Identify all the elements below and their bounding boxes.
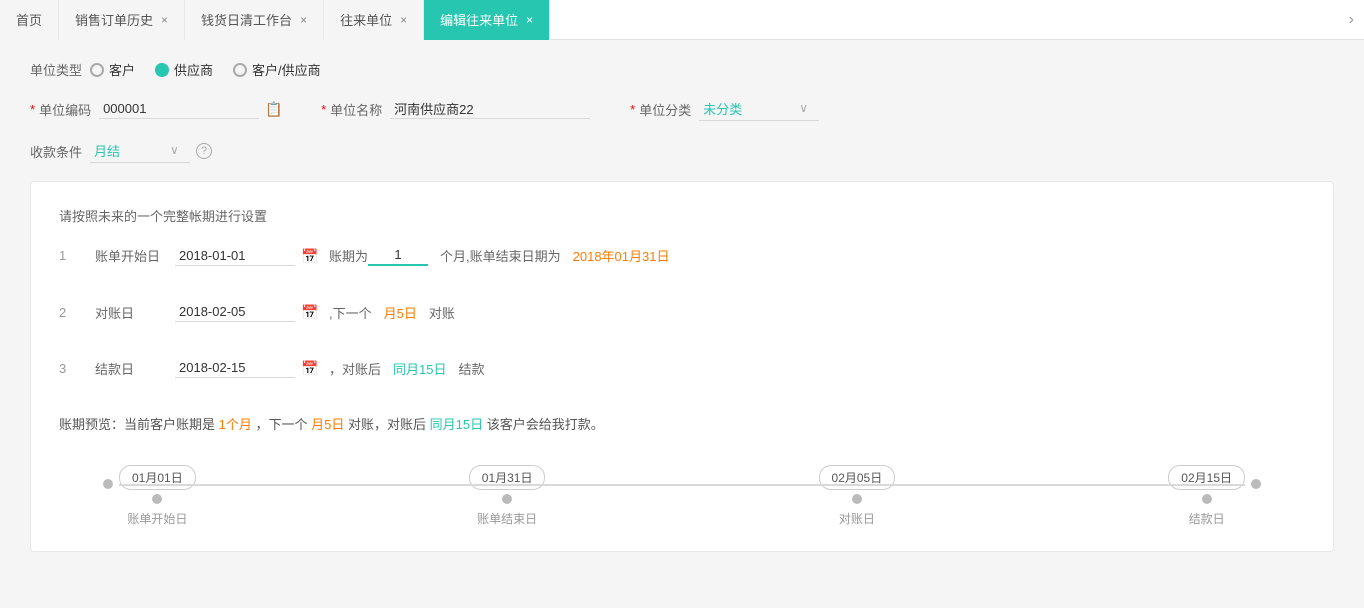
timeline-tag-4: 02月15日 [1168,465,1245,490]
tab-edit-partner-unit[interactable]: 编辑往来单位 × [424,0,550,40]
row-label-1: 账单开始日 [95,246,175,265]
timeline-dot-1 [152,494,162,504]
row-num-2: 2 [59,305,79,320]
row3-desc-prefix: ，对账后 [329,359,381,378]
row2-desc-suffix: 对账 [429,303,455,322]
radio-both[interactable]: 客户/供应商 [233,60,321,79]
unit-info-row: * 单位编码 📋 * 单位名称 * 单位分类 未分类 ∨ [30,97,1334,121]
timeline-label-4: 结款日 [1189,510,1225,527]
setting-row-1: 1 账单开始日 📅 账期为 个月,账单结束日期为 2018年01月31日 [59,245,1305,274]
timeline-point-3: 02月05日 对账日 [819,465,896,527]
payment-terms-value: 月结 [94,141,170,160]
timeline-point-1: 01月01日 账单开始日 [119,465,196,527]
calendar-icon[interactable]: 📋 [265,101,281,117]
timeline-line [119,484,1245,486]
unit-code-field: * 单位编码 📋 [30,99,281,119]
timeline-tag-1: 01月01日 [119,465,196,490]
tab-partner-unit[interactable]: 往来单位 × [324,0,424,40]
unit-code-label: 单位编码 [39,100,91,119]
settings-panel: 请按照未来的一个完整帐期进行设置 1 账单开始日 📅 账期为 个月,账单结束日期… [30,181,1334,552]
unit-name-field: * 单位名称 [321,99,590,119]
calendar-icon-3[interactable]: 📅 [301,360,317,376]
setting-row-2: 2 对账日 📅 ,下一个 月5日 对账 [59,302,1305,330]
preview-prefix: 账期预览：当前客户账期是 [59,417,215,432]
tab-home[interactable]: 首页 [0,0,59,40]
row-num-3: 3 [59,361,79,376]
close-icon[interactable]: × [161,13,168,27]
timeline-start-dot [103,479,113,489]
period-label: 账期为 [329,246,368,265]
row2-desc-prefix: ,下一个 [329,303,372,322]
unit-class-select[interactable]: 未分类 ∨ [699,97,819,121]
timeline-label-1: 账单开始日 [127,510,187,527]
timeline-points: 01月01日 账单开始日 01月31日 账单结束日 02月05日 对账日 [79,465,1285,527]
close-icon[interactable]: × [300,13,307,27]
timeline: 01月01日 账单开始日 01月31日 账单结束日 02月05日 对账日 [59,465,1305,527]
row-num-1: 1 [59,248,79,263]
reconcile-date-input[interactable] [175,302,295,322]
dropdown-icon: ∨ [799,101,815,117]
unit-class-value: 未分类 [703,99,799,118]
main-content: 单位类型 客户 供应商 客户/供应商 * 单位编码 📋 * 单位名称 [0,40,1364,608]
setting-row-3: 3 结款日 📅 ，对账后 同月15日 结款 [59,358,1305,386]
calendar-icon-2[interactable]: 📅 [301,304,317,320]
row3-desc-highlight: 同月15日 [393,359,446,378]
row-label-3: 结款日 [95,359,175,378]
timeline-point-4: 02月15日 结款日 [1168,465,1245,527]
timeline-dot-3 [852,494,862,504]
row-label-2: 对账日 [95,303,175,322]
unit-name-input[interactable] [390,99,590,119]
preview-date1: 月5日 [311,417,344,432]
unit-class-label: 单位分类 [639,100,691,119]
preview-date2: 同月15日 [430,417,483,432]
period-end-date: 2018年01月31日 [573,246,670,265]
radio-customer[interactable]: 客户 [90,60,135,79]
period-unit: 个月,账单结束日期为 [440,246,561,265]
close-icon[interactable]: × [526,13,533,27]
timeline-label-2: 账单结束日 [477,510,537,527]
close-icon[interactable]: × [400,13,407,27]
row3-desc-suffix: 结款 [458,359,484,378]
period-value-input[interactable] [368,245,428,266]
unit-type-row: 单位类型 客户 供应商 客户/供应商 [30,60,1334,79]
timeline-end-dot [1251,479,1261,489]
calendar-icon-1[interactable]: 📅 [301,248,317,264]
timeline-label-3: 对账日 [839,510,875,527]
tab-cash-work[interactable]: 钱货日清工作台 × [185,0,324,40]
start-date-input[interactable] [175,246,295,266]
radio-both-circle [233,63,247,77]
panel-instruction: 请按照未来的一个完整帐期进行设置 [59,206,1305,225]
tab-sales-order-history[interactable]: 销售订单历史 × [59,0,185,40]
payment-terms-label: 收款条件 [30,142,82,161]
timeline-dot-4 [1202,494,1212,504]
dropdown-icon: ∨ [170,143,186,159]
preview-sep2: 对账，对账后 [348,417,426,432]
payment-terms-row: 收款条件 月结 ∨ ? [30,139,1334,163]
radio-supplier[interactable]: 供应商 [155,60,213,79]
unit-type-label: 单位类型 [30,60,82,79]
timeline-tag-3: 02月05日 [819,465,896,490]
tab-expand-button[interactable]: › [1339,11,1364,29]
unit-class-field: * 单位分类 未分类 ∨ [630,97,819,121]
timeline-tag-2: 01月31日 [469,465,546,490]
row2-desc-highlight: 月5日 [384,303,417,322]
unit-code-input[interactable] [99,99,259,119]
timeline-dot-2 [502,494,512,504]
timeline-point-2: 01月31日 账单结束日 [469,465,546,527]
preview-month: 1个月 [219,417,252,432]
question-icon[interactable]: ? [196,143,212,159]
preview-section: 账期预览：当前客户账期是 1个月 ，下一个 月5日 对账，对账后 同月15日 该… [59,402,1305,437]
preview-suffix: 该客户会给我打款。 [487,417,604,432]
payment-date-input[interactable] [175,358,295,378]
radio-supplier-circle [155,63,169,77]
unit-type-radio-group: 客户 供应商 客户/供应商 [90,60,321,79]
payment-terms-select[interactable]: 月结 ∨ [90,139,190,163]
unit-name-label: 单位名称 [330,100,382,119]
radio-customer-circle [90,63,104,77]
preview-sep1: ，下一个 [256,417,308,432]
tab-bar: 首页 销售订单历史 × 钱货日清工作台 × 往来单位 × 编辑往来单位 × › [0,0,1364,40]
